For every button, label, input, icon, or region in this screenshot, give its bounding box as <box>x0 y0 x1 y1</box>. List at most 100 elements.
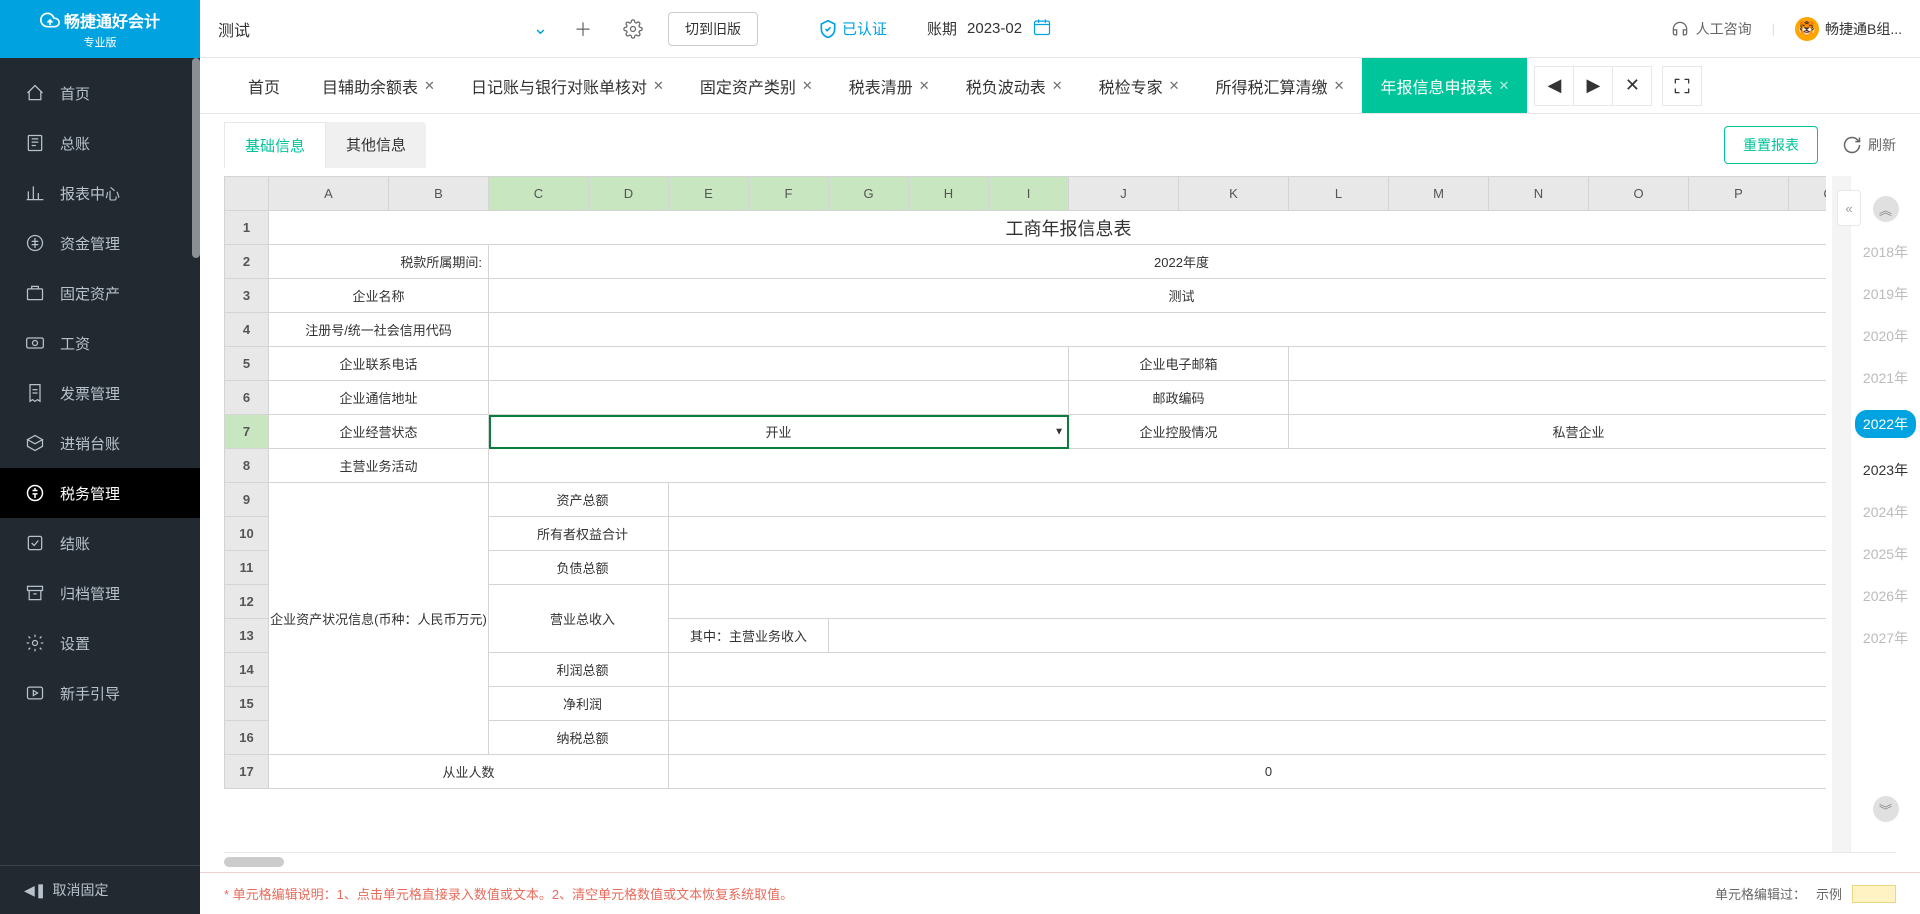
cell[interactable] <box>829 619 1827 653</box>
row-header[interactable]: 17 <box>225 755 269 789</box>
col-header[interactable]: G <box>829 177 909 211</box>
col-header[interactable]: H <box>909 177 989 211</box>
sidebar-item-stock[interactable]: 进销台账 <box>0 418 200 468</box>
switch-version-button[interactable]: 切到旧版 <box>668 12 758 46</box>
col-header[interactable]: Q <box>1789 177 1827 211</box>
cell[interactable] <box>489 347 1069 381</box>
row-header[interactable]: 7 <box>225 415 269 449</box>
sidebar-item-home[interactable]: 首页 <box>0 68 200 118</box>
year-item[interactable]: 2023年 <box>1863 460 1908 480</box>
cell[interactable]: 私营企业 <box>1289 415 1827 449</box>
col-header[interactable]: O <box>1589 177 1689 211</box>
col-header[interactable]: D <box>589 177 669 211</box>
row-header[interactable]: 9 <box>225 483 269 517</box>
sidebar-item-asset[interactable]: 固定资产 <box>0 268 200 318</box>
col-header[interactable]: B <box>389 177 489 211</box>
year-collapse-button[interactable]: « <box>1837 190 1861 226</box>
cell[interactable]: 2022年度 <box>489 245 1827 279</box>
year-item[interactable]: 2020年 <box>1863 326 1908 346</box>
close-icon[interactable]: ✕ <box>424 78 435 94</box>
year-item[interactable]: 2024年 <box>1863 502 1908 522</box>
sheet-vscroll[interactable] <box>1832 176 1850 852</box>
col-header[interactable]: K <box>1179 177 1289 211</box>
cell[interactable] <box>669 551 1827 585</box>
year-item[interactable]: 2026年 <box>1863 586 1908 606</box>
selected-cell[interactable]: 开业▼ <box>489 415 1069 449</box>
calendar-icon[interactable] <box>1032 17 1052 41</box>
sidebar-item-ledger[interactable]: 总账 <box>0 118 200 168</box>
tab-scroll-right[interactable]: ▶ <box>1573 66 1613 106</box>
spreadsheet[interactable]: A B C D E F G H I J K L M N O <box>224 176 1826 852</box>
tab-journal[interactable]: 日记账与银行对账单核对✕ <box>453 58 682 113</box>
year-item[interactable]: 2027年 <box>1863 628 1908 648</box>
tab-close-all[interactable]: ✕ <box>1612 66 1652 106</box>
col-header[interactable]: C <box>489 177 589 211</box>
row-header[interactable]: 13 <box>225 619 269 653</box>
user-menu[interactable]: 🐯 畅捷通B组... <box>1795 17 1902 41</box>
tab-annual-report[interactable]: 年报信息申报表✕ <box>1362 58 1527 113</box>
refresh-button[interactable]: 刷新 <box>1842 135 1896 155</box>
row-header[interactable]: 5 <box>225 347 269 381</box>
col-header[interactable]: L <box>1289 177 1389 211</box>
cell[interactable] <box>669 585 1827 619</box>
sidebar-item-closing[interactable]: 结账 <box>0 518 200 568</box>
year-item[interactable]: 2019年 <box>1863 284 1908 304</box>
year-item[interactable]: 2021年 <box>1863 368 1908 388</box>
consult-button[interactable]: 人工咨询 <box>1670 19 1752 39</box>
year-up-button[interactable]: ︽ <box>1873 196 1899 222</box>
row-header[interactable]: 12 <box>225 585 269 619</box>
gear-button[interactable] <box>618 14 648 44</box>
sidebar-item-settings[interactable]: 设置 <box>0 618 200 668</box>
sidebar-item-invoice[interactable]: 发票管理 <box>0 368 200 418</box>
tab-tax-expert[interactable]: 税检专家✕ <box>1081 58 1198 113</box>
sidebar-item-salary[interactable]: 工资 <box>0 318 200 368</box>
col-header[interactable]: F <box>749 177 829 211</box>
cell[interactable] <box>489 449 1827 483</box>
period-value[interactable]: 2023-02 <box>967 20 1022 37</box>
sidebar-item-archive[interactable]: 归档管理 <box>0 568 200 618</box>
col-header[interactable]: P <box>1689 177 1789 211</box>
row-header[interactable]: 6 <box>225 381 269 415</box>
sidebar-scrollbar[interactable] <box>192 58 200 258</box>
year-item[interactable]: 2025年 <box>1863 544 1908 564</box>
year-down-button[interactable]: ︾ <box>1873 796 1899 822</box>
close-icon[interactable]: ✕ <box>802 78 813 94</box>
cell[interactable] <box>1289 381 1827 415</box>
cell[interactable]: 测试 <box>489 279 1827 313</box>
cell[interactable] <box>489 381 1069 415</box>
tab-asset-cat[interactable]: 固定资产类别✕ <box>682 58 831 113</box>
col-header[interactable]: J <box>1069 177 1179 211</box>
col-header[interactable]: E <box>669 177 749 211</box>
cell[interactable] <box>1289 347 1827 381</box>
sidebar-item-fund[interactable]: 资金管理 <box>0 218 200 268</box>
row-header[interactable]: 11 <box>225 551 269 585</box>
tab-tax-book[interactable]: 税表清册✕ <box>831 58 948 113</box>
row-header[interactable]: 3 <box>225 279 269 313</box>
tab-home[interactable]: 首页 <box>224 58 304 113</box>
sidebar-item-report[interactable]: 报表中心 <box>0 168 200 218</box>
subtab-other[interactable]: 其他信息 <box>326 122 426 168</box>
entity-selector[interactable]: 测试 ⌄ <box>218 17 548 41</box>
cell[interactable] <box>669 687 1827 721</box>
tab-tax-trend[interactable]: 税负波动表✕ <box>948 58 1081 113</box>
col-header[interactable]: N <box>1489 177 1589 211</box>
row-header[interactable]: 14 <box>225 653 269 687</box>
row-header[interactable]: 2 <box>225 245 269 279</box>
sidebar-item-tax[interactable]: 税务管理 <box>0 468 200 518</box>
close-icon[interactable]: ✕ <box>653 78 664 94</box>
tab-balance[interactable]: 目辅助余额表✕ <box>304 58 453 113</box>
cell[interactable] <box>669 483 1827 517</box>
subtab-basic[interactable]: 基础信息 <box>224 122 326 168</box>
row-header[interactable]: 15 <box>225 687 269 721</box>
cell[interactable] <box>669 653 1827 687</box>
col-header[interactable]: M <box>1389 177 1489 211</box>
col-header[interactable]: I <box>989 177 1069 211</box>
reset-button[interactable]: 重置报表 <box>1724 126 1818 164</box>
corner-cell[interactable] <box>225 177 269 211</box>
sheet-hscroll[interactable] <box>224 852 1896 872</box>
tab-scroll-left[interactable]: ◀ <box>1534 66 1574 106</box>
row-header[interactable]: 1 <box>225 211 269 245</box>
dropdown-arrow-icon[interactable]: ▼ <box>1054 426 1064 437</box>
cell[interactable] <box>669 517 1827 551</box>
sidebar-item-guide[interactable]: 新手引导 <box>0 668 200 718</box>
